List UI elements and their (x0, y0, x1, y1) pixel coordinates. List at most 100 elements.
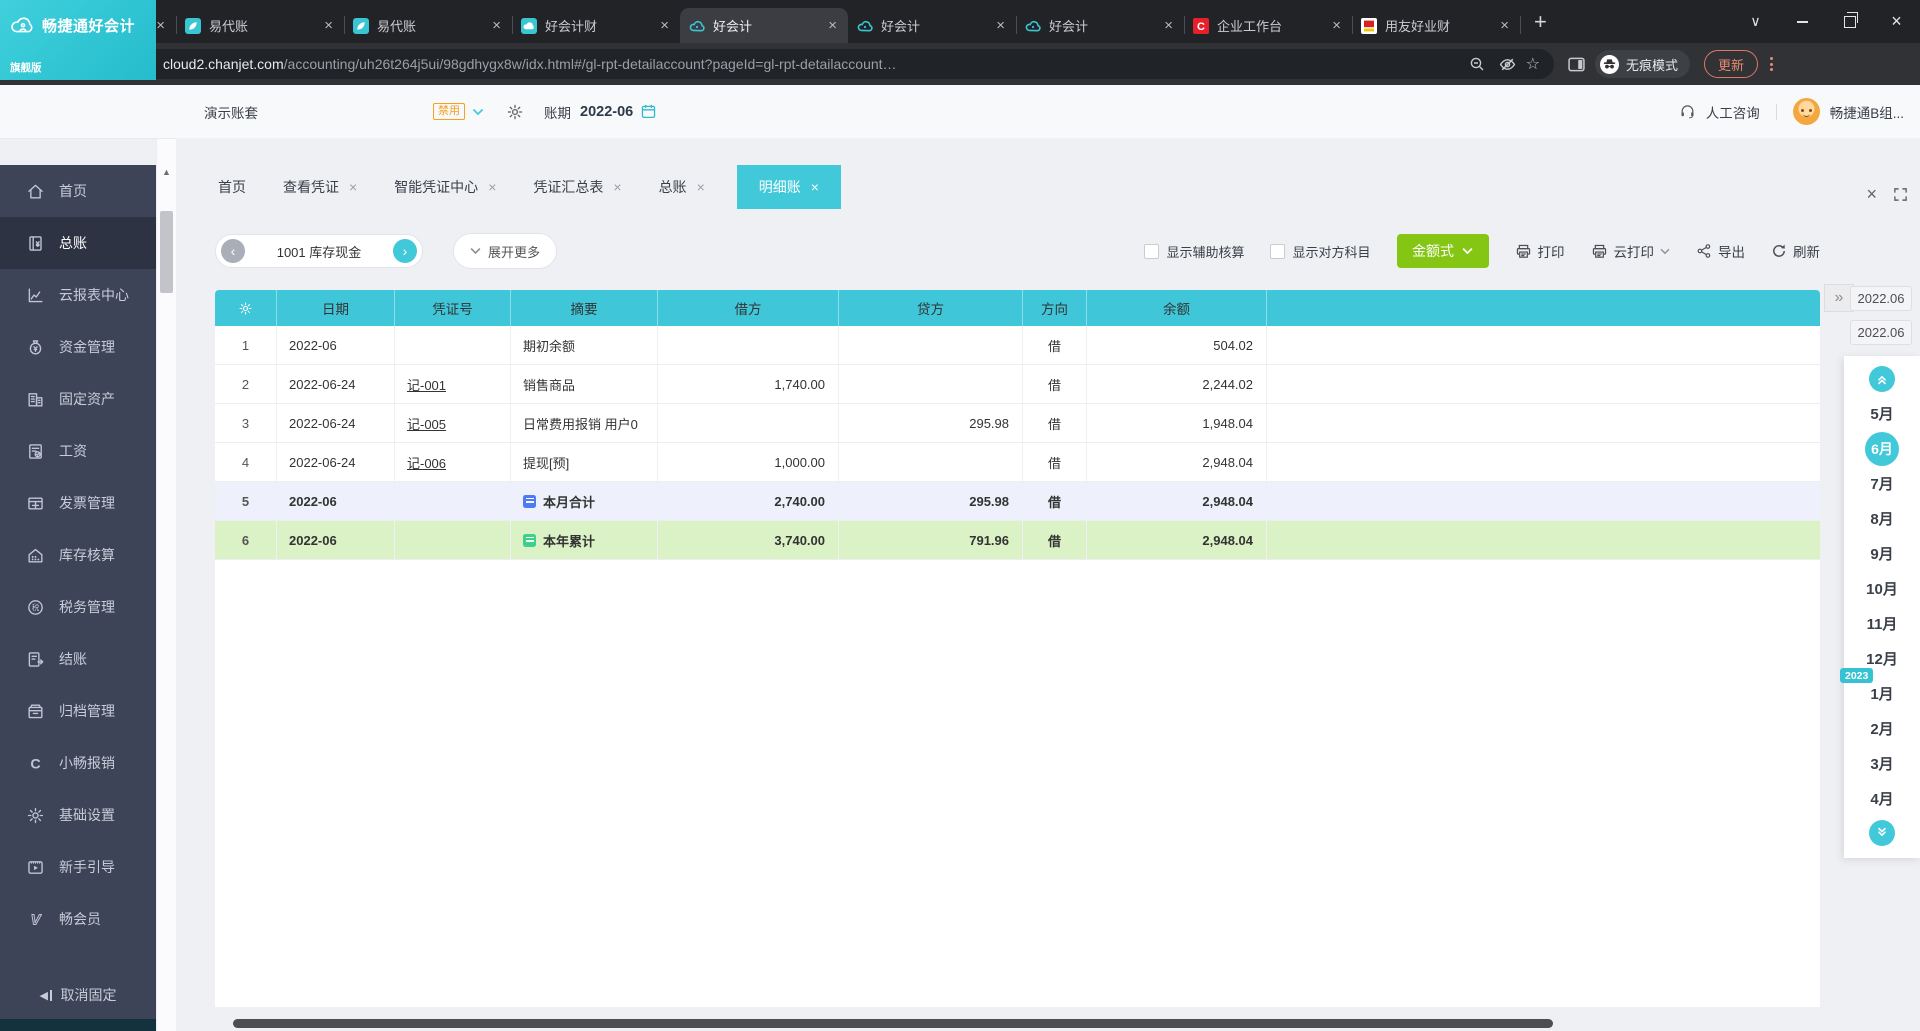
tab-close-icon[interactable]: × (613, 179, 621, 195)
new-tab-button[interactable]: + (1534, 11, 1547, 33)
avatar[interactable] (1792, 98, 1820, 125)
tab-close-icon[interactable]: × (322, 17, 335, 34)
scroll-months-up-button[interactable] (1869, 366, 1895, 392)
period-value[interactable]: 2022-06 (580, 104, 633, 120)
user-name[interactable]: 畅捷通B组... (1830, 102, 1904, 122)
table-row[interactable]: 1 2022-06 期初余额 借 504.02 (215, 326, 1820, 365)
tab-close-icon[interactable]: × (154, 17, 167, 34)
month-item-6月[interactable]: 6月 (1844, 431, 1920, 466)
page-tab-凭证汇总表[interactable]: 凭证汇总表 × (528, 165, 626, 209)
browser-tab[interactable]: 易代账 × (176, 8, 345, 43)
browser-tab[interactable]: 易代账 × (344, 8, 513, 43)
sidebar-item-funds[interactable]: 资金管理 (0, 321, 156, 373)
period-to-box[interactable]: 2022.06 (1850, 320, 1912, 345)
month-item-9月[interactable]: 9月 (1844, 536, 1920, 571)
page-tab-智能凭证中心[interactable]: 智能凭证中心 × (389, 165, 501, 209)
tab-close-icon[interactable]: × (811, 179, 819, 195)
browser-tab[interactable]: 好会计 × (1016, 8, 1185, 43)
table-row[interactable]: 5 2022-06 本月合计 2,740.00 295.98 借 2,948.04 (215, 482, 1820, 521)
voucher-link[interactable]: 记-006 (407, 453, 446, 472)
sidebar-item-settings[interactable]: 基础设置 (0, 789, 156, 841)
account-set-name[interactable]: 演示账套 (204, 102, 258, 122)
table-row[interactable]: 4 2022-06-24 记-006 提现[预] 1,000.00 借 2,948.04 (215, 443, 1820, 482)
print-button[interactable]: 打印 (1515, 241, 1565, 261)
horizontal-scrollbar-thumb[interactable] (233, 1019, 1553, 1028)
fullscreen-icon[interactable] (1893, 187, 1908, 202)
page-tab-总账[interactable]: 总账 × (654, 165, 710, 209)
sidebar-item-fixed-assets[interactable]: 固定资产 (0, 373, 156, 425)
show-aux-checkbox[interactable]: 显示辅助核算 (1144, 242, 1244, 261)
scroll-up-arrow-icon[interactable]: ▲ (157, 167, 176, 177)
support-link[interactable]: 人工咨询 (1706, 102, 1760, 122)
sidebar-scrollbar[interactable]: ▲ (156, 139, 176, 1031)
tab-close-icon[interactable]: × (1162, 17, 1175, 34)
sidebar-item-invoice[interactable]: 发票管理 (0, 477, 156, 529)
checkbox-icon[interactable] (1270, 243, 1286, 259)
refresh-button[interactable]: 刷新 (1771, 241, 1820, 261)
tab-close-icon[interactable]: × (349, 179, 357, 195)
voucher-link[interactable]: 记-001 (407, 375, 446, 394)
sidebar-item-salary[interactable]: 工资 (0, 425, 156, 477)
next-account-icon[interactable]: › (392, 239, 417, 263)
settings-gear-icon[interactable] (506, 103, 524, 121)
scroll-months-down-button[interactable] (1869, 820, 1895, 846)
sidebar-item-guide[interactable]: 新手引导 (0, 841, 156, 893)
browser-tab[interactable]: C 企业工作台 × (1184, 8, 1353, 43)
prev-account-icon[interactable]: ‹ (221, 239, 245, 263)
tab-close-icon[interactable]: × (697, 179, 705, 195)
sidebar-item-home[interactable]: 首页 (0, 165, 156, 217)
tab-close-icon[interactable]: × (488, 179, 496, 195)
side-panel-icon[interactable] (1568, 56, 1585, 73)
page-tab-查看凭证[interactable]: 查看凭证 × (278, 165, 362, 209)
month-item-4月[interactable]: 4月 (1844, 781, 1920, 816)
browser-menu-icon[interactable] (1770, 57, 1774, 71)
sidebar-item-archive[interactable]: 归档管理 (0, 685, 156, 737)
sidebar-item-general-ledger[interactable]: 总账 (0, 217, 156, 269)
checkbox-icon[interactable] (1144, 243, 1160, 259)
amount-style-button[interactable]: 金额式 (1396, 234, 1489, 268)
table-row[interactable]: 3 2022-06-24 记-005 日常费用报销 用户0 295.98 借 1,948.0… (215, 404, 1820, 443)
tab-close-icon[interactable]: × (490, 17, 503, 34)
table-row[interactable]: 2 2022-06-24 记-001 销售商品 1,740.00 借 2,244.02 (215, 365, 1820, 404)
bookmark-star-icon[interactable]: ☆ (1526, 54, 1540, 74)
update-button[interactable]: 更新 (1704, 50, 1759, 78)
column-settings-cell[interactable] (215, 290, 277, 326)
voucher-link[interactable]: 记-005 (407, 414, 446, 433)
browser-tab[interactable]: 好会计 × (680, 8, 848, 43)
minimize-button[interactable] (1779, 0, 1826, 43)
page-tab-首页[interactable]: 首页 (213, 165, 251, 209)
close-window-button[interactable]: × (1873, 0, 1920, 43)
zoom-out-icon[interactable] (1469, 56, 1485, 72)
browser-tab[interactable]: 好会计财 × (512, 8, 681, 43)
period-from-box[interactable]: 2022.06 (1850, 286, 1912, 311)
show-counter-checkbox[interactable]: 显示对方科目 (1270, 242, 1371, 261)
month-item-3月[interactable]: 3月 (1844, 746, 1920, 781)
url-text[interactable]: cloud2.chanjet.com/accounting/uh26t264j5… (163, 56, 897, 72)
restore-button[interactable] (1826, 0, 1873, 43)
account-selector[interactable]: ‹ 1001 库存现金 › (215, 234, 423, 268)
browser-tab[interactable]: 好会计 × (848, 8, 1017, 43)
table-row[interactable]: 6 2022-06 本年累计 3,740.00 791.96 借 2,948.04 (215, 521, 1820, 560)
month-item-10月[interactable]: 10月 (1844, 571, 1920, 606)
month-item-11月[interactable]: 11月 (1844, 606, 1920, 641)
account-dropdown-icon[interactable] (472, 108, 484, 116)
tab-close-icon[interactable]: × (658, 17, 671, 34)
sidebar-item-cloud-reports[interactable]: 云报表中心 (0, 269, 156, 321)
sidebar-item-reimburse[interactable]: C 小畅报销 (0, 737, 156, 789)
scrollbar-thumb[interactable] (160, 211, 173, 293)
cloud-print-button[interactable]: 云打印 (1591, 241, 1671, 261)
calendar-icon[interactable] (640, 103, 657, 120)
url-bar[interactable]: cloud2.chanjet.com/accounting/uh26t264j5… (124, 49, 1554, 79)
expand-more-button[interactable]: 展开更多 (453, 233, 558, 269)
page-tab-明细账[interactable]: 明细账 × (736, 165, 841, 209)
month-item-8月[interactable]: 8月 (1844, 501, 1920, 536)
eye-slash-icon[interactable] (1499, 56, 1516, 73)
sidebar-item-closing[interactable]: 结账 (0, 633, 156, 685)
unpin-button[interactable]: ◀ 取消固定 (0, 985, 156, 1005)
tab-close-icon[interactable]: × (826, 17, 839, 34)
tab-search-icon[interactable]: ∨ (1732, 0, 1779, 43)
export-button[interactable]: 导出 (1696, 241, 1745, 261)
sidebar-item-member[interactable]: V 畅会员 (0, 893, 156, 945)
month-item-2月[interactable]: 2月 (1844, 711, 1920, 746)
month-item-5月[interactable]: 5月 (1844, 396, 1920, 431)
